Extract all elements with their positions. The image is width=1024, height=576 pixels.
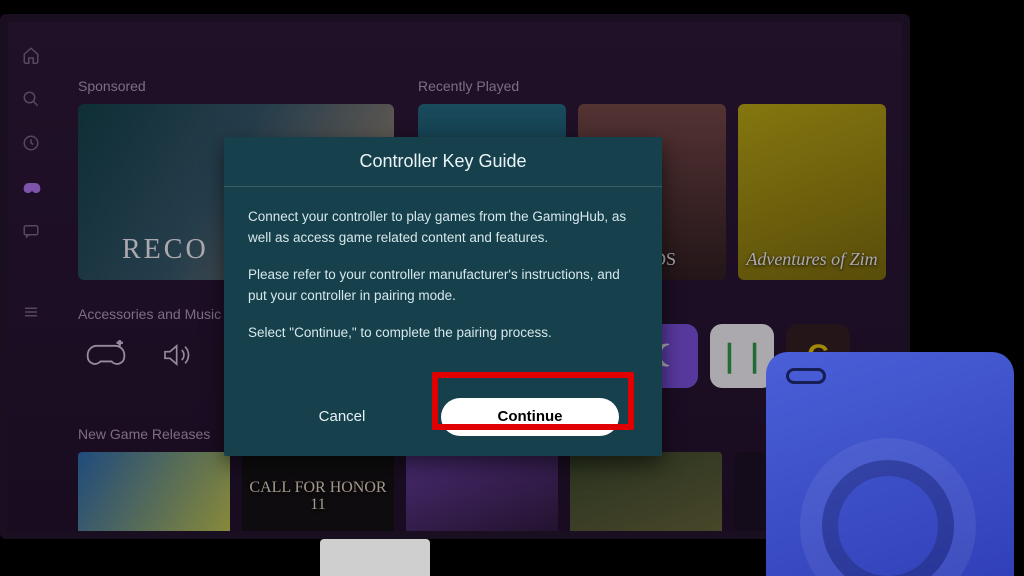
dialog-paragraph: Please refer to your controller manufact… — [248, 265, 638, 307]
phone-remote — [766, 352, 1014, 576]
dialog-paragraph: Select "Continue," to complete the pairi… — [248, 323, 638, 344]
tutorial-highlight — [432, 372, 634, 430]
cancel-button[interactable]: Cancel — [267, 398, 417, 436]
dialog-title: Controller Key Guide — [224, 137, 662, 186]
tv-stand — [320, 539, 430, 576]
dialog-body: Connect your controller to play games fr… — [224, 187, 662, 378]
dialog-paragraph: Connect your controller to play games fr… — [248, 207, 638, 249]
remote-dpad-wheel[interactable] — [800, 438, 976, 576]
phone-speaker-slot — [786, 368, 826, 384]
